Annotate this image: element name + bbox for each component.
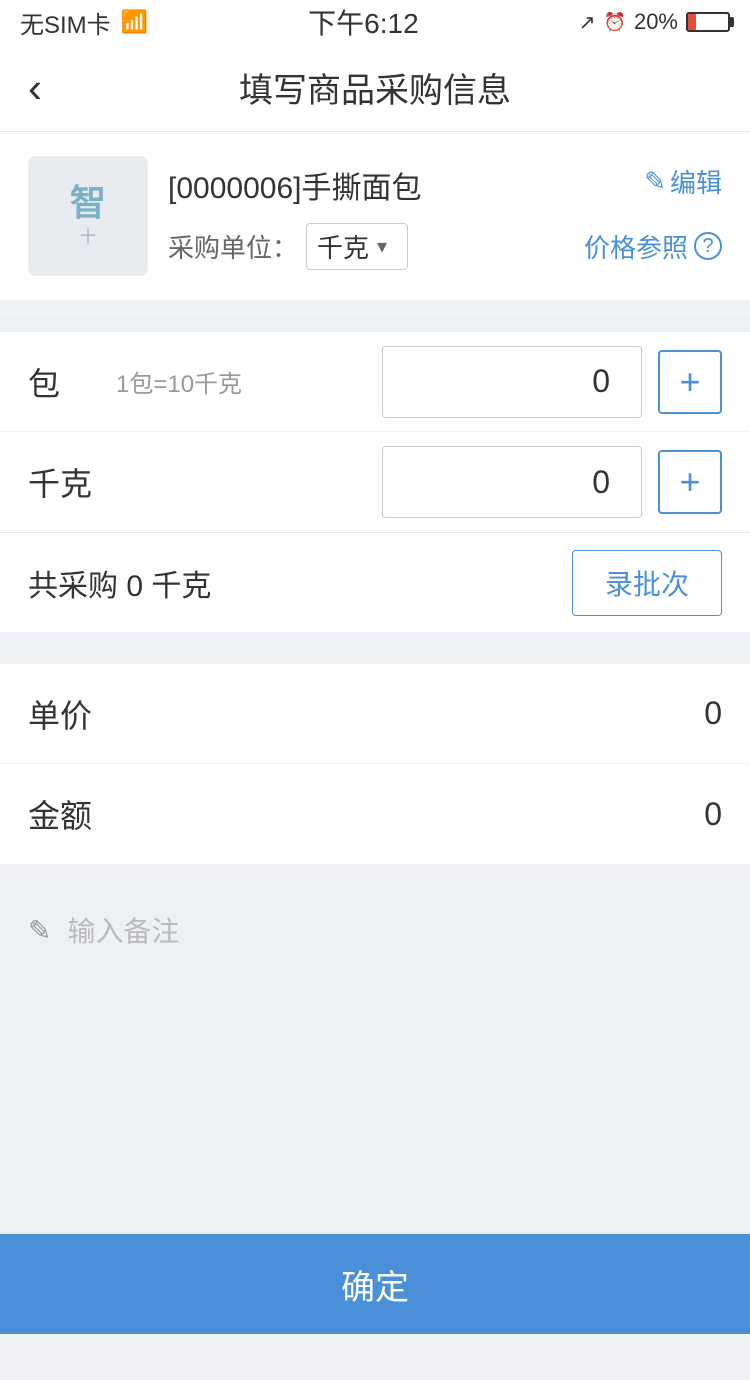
note-placeholder: 输入备注 [67,910,179,950]
status-right: ↗ ⏰ 20% [579,9,730,35]
unit-price-value: 0 [704,695,722,732]
back-button[interactable]: ‹ [28,64,42,112]
product-name: [0000006]手撕面包 [168,163,421,207]
main-content: 智 十 [0000006]手撕面包 ✎ 编辑 采购单位： 千克 ▾ [0,132,750,1380]
summary-text: 共采购 0 千克 [28,561,211,605]
nav-bar: ‹ 填写商品采购信息 [0,44,750,132]
price-ref-button[interactable]: 价格参照 ? [584,228,722,265]
page-title: 填写商品采购信息 [239,63,511,112]
status-left: 无SIM卡 📶 [20,5,148,40]
battery-pct: 20% [634,9,678,35]
location-icon: ↗ [579,10,596,35]
product-unit-row: 采购单位： 千克 ▾ 价格参照 ? [168,223,722,270]
edit-icon: ✎ [644,166,666,197]
bao-input-right: + [242,346,722,418]
unit-price-row: 单价 0 [0,664,750,764]
confirm-label: 确定 [341,1260,409,1309]
unit-dropdown-icon: ▾ [377,234,387,259]
product-info: [0000006]手撕面包 ✎ 编辑 采购单位： 千克 ▾ 价格参照 ? [168,163,722,270]
product-image: 智 十 [28,156,148,276]
amount-value: 0 [704,796,722,833]
edit-button[interactable]: ✎ 编辑 [644,163,722,200]
summary-row: 共采购 0 千克 录批次 [0,532,750,632]
bao-row: 包 1包=10千克 + [0,332,750,432]
product-card: 智 十 [0000006]手撕面包 ✎ 编辑 采购单位： 千克 ▾ [0,132,750,300]
product-logo: 智 十 [70,185,106,247]
price-section: 单价 0 金额 0 [0,664,750,864]
input-section: 包 1包=10千克 + 千克 + [0,332,750,532]
battery-icon [686,12,730,32]
kg-input-right: + [108,446,722,518]
price-ref-label: 价格参照 [584,228,688,265]
unit-select[interactable]: 千克 ▾ [306,223,408,270]
carrier-text: 无SIM卡 [20,5,111,40]
bao-input[interactable] [382,346,642,418]
kg-input[interactable] [382,446,642,518]
kg-row: 千克 + [0,432,750,532]
wifi-icon: 📶 [121,9,148,35]
amount-label: 金额 [28,791,92,837]
product-header: [0000006]手撕面包 ✎ 编辑 [168,163,722,207]
bao-label: 包 [28,359,108,405]
amount-row: 金额 0 [0,764,750,864]
status-bar: 无SIM卡 📶 下午6:12 ↗ ⏰ 20% [0,0,750,44]
note-icon: ✎ [28,914,51,947]
unit-label: 采购单位： [168,228,298,265]
note-section[interactable]: ✎ 输入备注 [0,880,750,980]
confirm-bar[interactable]: 确定 [0,1234,750,1334]
status-time: 下午6:12 [308,2,419,42]
unit-price-label: 单价 [28,691,92,737]
bao-plus-button[interactable]: + [658,350,722,414]
unit-value: 千克 [317,228,369,265]
section-divider-1 [0,316,750,332]
kg-plus-button[interactable]: + [658,450,722,514]
alarm-icon: ⏰ [604,12,626,33]
price-ref-icon: ? [694,232,722,260]
record-batch-button[interactable]: 录批次 [572,550,722,616]
edit-label: 编辑 [670,163,722,200]
bao-sublabel: 1包=10千克 [116,364,242,399]
kg-label: 千克 [28,459,108,505]
section-divider-2 [0,632,750,648]
